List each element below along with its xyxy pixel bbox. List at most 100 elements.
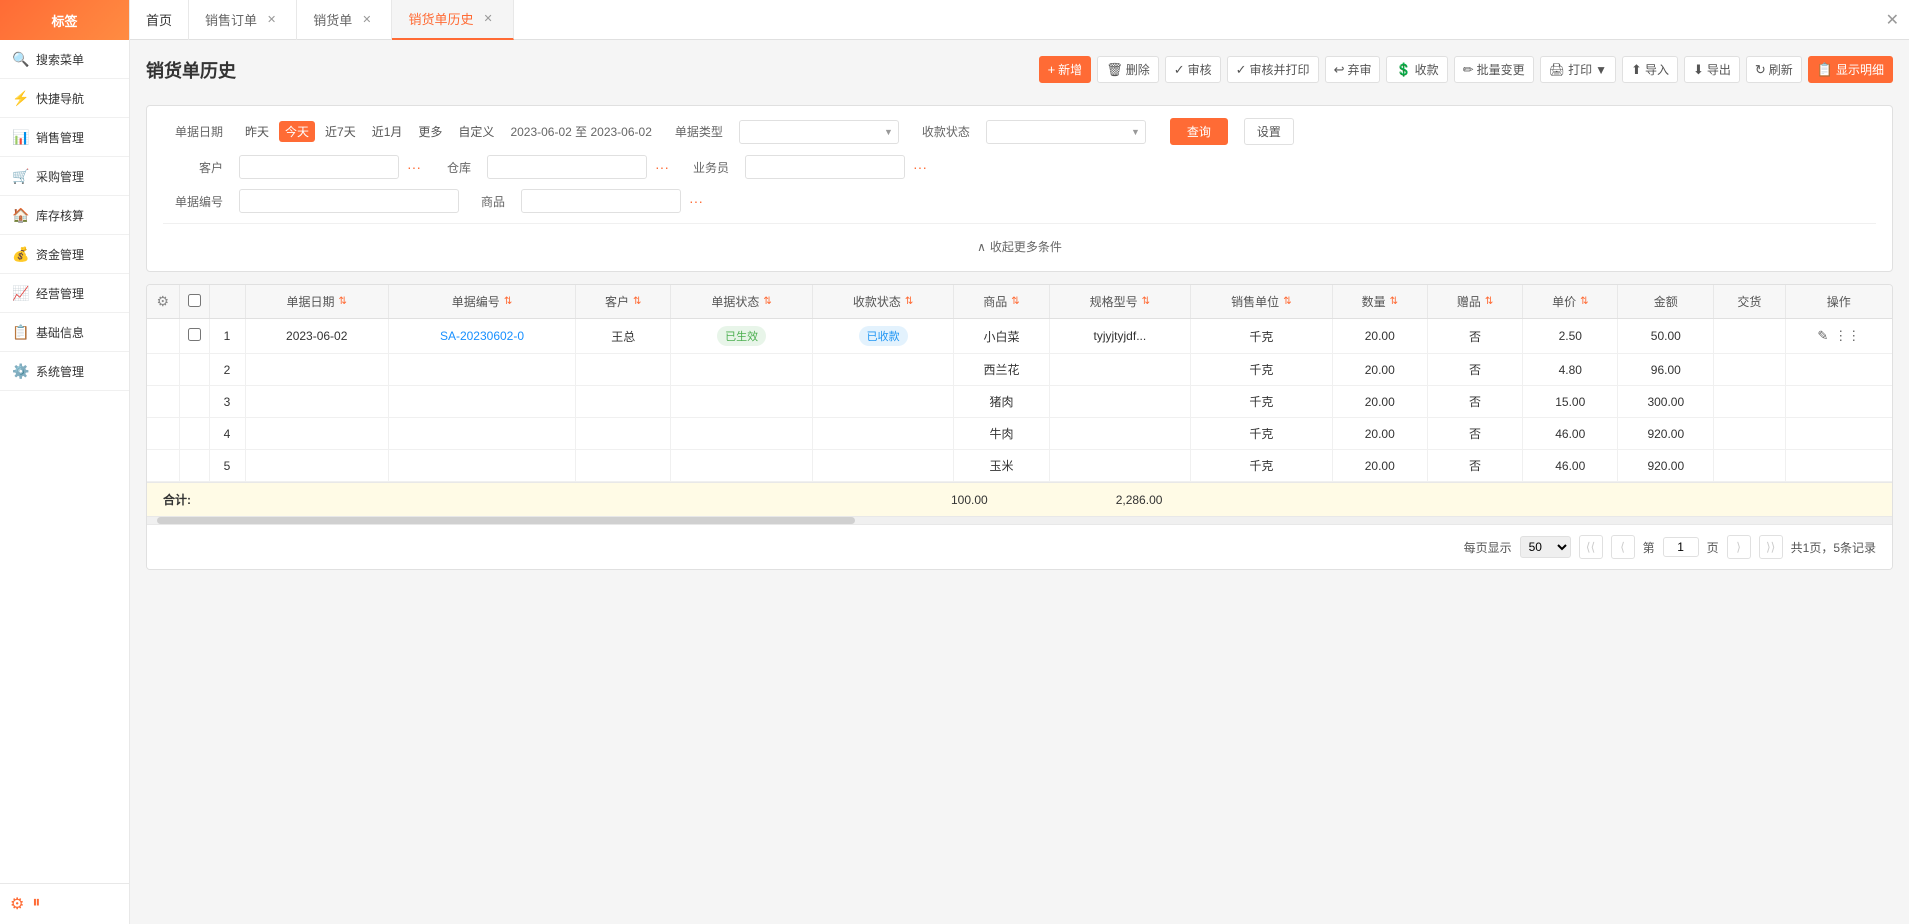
abandon-button[interactable]: ↩ 弃审 <box>1325 56 1381 83</box>
collapse-button[interactable]: ∧ 收起更多条件 <box>163 234 1876 259</box>
settings-filter-button[interactable]: 设置 <box>1244 118 1294 145</box>
sidebar-settings-icon[interactable]: ⚙ <box>10 894 24 914</box>
row3-actions <box>1785 386 1892 418</box>
sort-unit-price-icon[interactable]: ⇅ <box>1580 296 1588 307</box>
sort-customer-icon[interactable]: ⇅ <box>633 296 641 307</box>
horizontal-scrollbar[interactable] <box>147 516 1892 524</box>
customer-ellipsis[interactable]: ··· <box>403 157 425 177</box>
row2-amount: 96.00 <box>1618 354 1714 386</box>
sort-sales-unit-icon[interactable]: ⇅ <box>1283 296 1291 307</box>
sidebar-item-basic-info[interactable]: 📋 基础信息 <box>0 313 129 352</box>
export-button[interactable]: ⬇ 导出 <box>1684 56 1740 83</box>
row1-payment-status: 已收款 <box>812 319 954 354</box>
new-button[interactable]: + 新增 <box>1039 56 1092 83</box>
page-last-button[interactable]: ⟩⟩ <box>1759 535 1783 559</box>
tab-close-sales-history[interactable]: ✕ <box>480 10 497 27</box>
page-number-input[interactable] <box>1663 537 1699 557</box>
col-quantity: 数量 ⇅ <box>1332 285 1427 319</box>
tab-sales-history[interactable]: 销货单历史 ✕ <box>392 0 513 40</box>
sort-spec-type[interactable]: 规格型号 ⇅ <box>1090 293 1150 310</box>
sort-customer[interactable]: 客户 ⇅ <box>605 293 641 310</box>
scrollbar-thumb[interactable] <box>157 517 855 524</box>
sort-gift-icon[interactable]: ⇅ <box>1485 296 1493 307</box>
tab-home[interactable]: 首页 <box>130 0 189 40</box>
row1-actions: ✎ ⋮⋮ <box>1785 319 1892 354</box>
sidebar-item-search-menu[interactable]: 🔍 搜索菜单 <box>0 40 129 79</box>
col-config-icon[interactable]: ⚙ <box>156 293 169 309</box>
date-btn-custom[interactable]: 自定义 <box>452 121 500 142</box>
row1-doc-date: 2023-06-02 <box>245 319 388 354</box>
sort-gift[interactable]: 赠品 ⇅ <box>1457 293 1493 310</box>
delete-button[interactable]: 🗑 删除 <box>1097 56 1159 83</box>
batch-change-button[interactable]: ✏ 批量变更 <box>1454 56 1534 83</box>
date-btn-1month[interactable]: 近1月 <box>366 121 409 142</box>
sort-doc-date-icon[interactable]: ⇅ <box>339 296 347 307</box>
row4-doc-status <box>671 418 813 450</box>
tab-close-sales-delivery[interactable]: ✕ <box>358 11 375 28</box>
collect-button[interactable]: 💲 收款 <box>1386 56 1447 83</box>
review-button[interactable]: ✓ 审核 <box>1165 56 1221 83</box>
warehouse-ellipsis[interactable]: ··· <box>651 157 673 177</box>
sort-payment-status-icon[interactable]: ⇅ <box>905 296 913 307</box>
show-details-button[interactable]: 📋 显示明细 <box>1808 56 1893 83</box>
row3-payment-status <box>812 386 954 418</box>
sort-quantity-icon[interactable]: ⇅ <box>1390 296 1398 307</box>
print-dropdown-arrow: ▼ <box>1595 63 1607 77</box>
sidebar-item-sales-mgmt[interactable]: 📊 销售管理 <box>0 118 129 157</box>
sort-sales-unit[interactable]: 销售单位 ⇅ <box>1231 293 1291 310</box>
query-button[interactable]: 查询 <box>1170 118 1228 145</box>
sort-quantity[interactable]: 数量 ⇅ <box>1362 293 1398 310</box>
goods-ellipsis[interactable]: ··· <box>685 191 707 211</box>
sort-doc-status-icon[interactable]: ⇅ <box>763 296 771 307</box>
row1-doc-no-link[interactable]: SA-20230602-0 <box>440 329 524 343</box>
tab-close-all[interactable]: ✕ <box>1886 10 1909 30</box>
customer-input[interactable] <box>239 155 399 179</box>
sort-doc-date[interactable]: 单据日期 ⇅ <box>287 293 347 310</box>
import-icon: ⬆ <box>1631 62 1642 78</box>
select-all-checkbox[interactable] <box>188 294 201 307</box>
date-btn-yesterday[interactable]: 昨天 <box>239 121 275 142</box>
row1-select-checkbox[interactable] <box>188 328 201 341</box>
sort-doc-no[interactable]: 单据编号 ⇅ <box>452 293 512 310</box>
row1-edit-icon[interactable]: ✎ <box>1817 328 1828 344</box>
sort-doc-no-icon[interactable]: ⇅ <box>504 296 512 307</box>
sort-goods[interactable]: 商品 ⇅ <box>983 293 1019 310</box>
agent-ellipsis[interactable]: ··· <box>909 157 931 177</box>
tab-sales-order[interactable]: 销售订单 ✕ <box>189 0 297 40</box>
payment-status-select[interactable] <box>986 120 1146 144</box>
agent-input[interactable] <box>745 155 905 179</box>
sort-payment-status[interactable]: 收款状态 ⇅ <box>853 293 913 310</box>
sidebar-item-purchase-mgmt[interactable]: 🛒 采购管理 <box>0 157 129 196</box>
sidebar-item-system-mgmt[interactable]: ⚙️ 系统管理 <box>0 352 129 391</box>
date-btn-7days[interactable]: 近7天 <box>319 121 362 142</box>
sidebar-collapse-icon[interactable]: ⏸ <box>32 894 40 914</box>
table-row: 3 猪肉 千克 20.00 否 15.00 300.00 <box>147 386 1892 418</box>
tab-sales-delivery[interactable]: 销货单 ✕ <box>297 0 392 40</box>
col-settings[interactable]: ⚙ <box>147 285 179 319</box>
sidebar-item-inventory[interactable]: 🏠 库存核算 <box>0 196 129 235</box>
sort-spec-type-icon[interactable]: ⇅ <box>1142 296 1150 307</box>
page-next-button[interactable]: ⟩ <box>1727 535 1751 559</box>
refresh-button[interactable]: ↻ 刷新 <box>1746 56 1802 83</box>
row1-more-icon[interactable]: ⋮⋮ <box>1834 328 1860 344</box>
doc-no-input[interactable] <box>239 189 459 213</box>
page-prev-button[interactable]: ⟨ <box>1611 535 1635 559</box>
sidebar-item-finance-mgmt[interactable]: 💰 资金管理 <box>0 235 129 274</box>
page-first-button[interactable]: ⟨⟨ <box>1579 535 1603 559</box>
doc-type-select[interactable] <box>739 120 899 144</box>
sort-goods-icon[interactable]: ⇅ <box>1011 296 1019 307</box>
sort-unit-price[interactable]: 单价 ⇅ <box>1552 293 1588 310</box>
warehouse-input[interactable] <box>487 155 647 179</box>
row1-doc-status-badge: 已生效 <box>717 326 766 346</box>
tab-close-sales-order[interactable]: ✕ <box>263 11 280 28</box>
review-print-button[interactable]: ✓ 审核并打印 <box>1227 56 1319 83</box>
goods-input[interactable] <box>521 189 681 213</box>
date-btn-more[interactable]: 更多 <box>412 121 448 142</box>
per-page-select[interactable]: 50 100 200 <box>1520 536 1571 558</box>
import-button[interactable]: ⬆ 导入 <box>1622 56 1678 83</box>
date-btn-today[interactable]: 今天 <box>279 121 315 142</box>
sort-doc-status[interactable]: 单据状态 ⇅ <box>711 293 771 310</box>
sidebar-item-quick-nav[interactable]: ⚡ 快捷导航 <box>0 79 129 118</box>
sidebar-item-operations-mgmt[interactable]: 📈 经营管理 <box>0 274 129 313</box>
print-button[interactable]: 🖨 打印 ▼ <box>1540 56 1616 83</box>
